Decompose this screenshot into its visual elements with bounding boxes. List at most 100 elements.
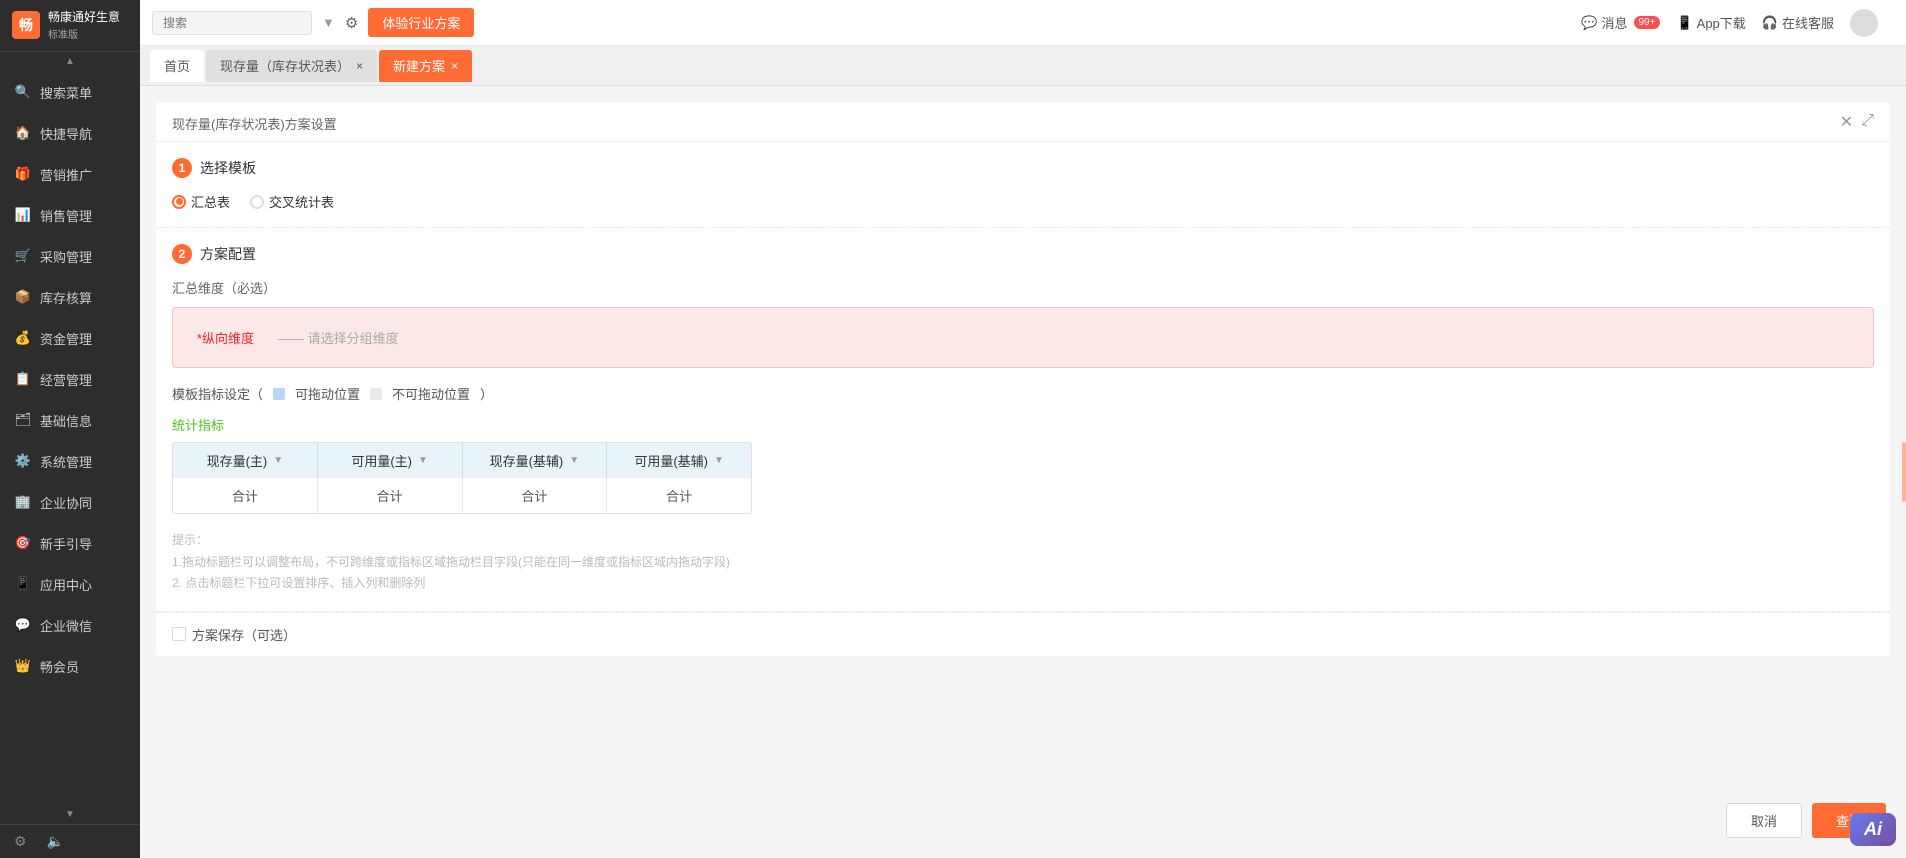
topbar-right: 💬 消息 99+ 📱 App下载 🎧 在线客服: [1581, 9, 1894, 37]
phone-icon: 📱: [14, 575, 32, 593]
sidebar-item-management[interactable]: 📋 经营管理: [0, 359, 140, 400]
save-checkbox[interactable]: [172, 627, 186, 641]
tab-inventory-status[interactable]: 现存量（库存状况表） ×: [206, 50, 377, 82]
sidebar-item-enterprise[interactable]: 🏢 企业协同: [0, 482, 140, 523]
sidebar-scroll-down[interactable]: ▼: [0, 804, 140, 824]
stats-col-available-main[interactable]: 可用量(主) ▼: [318, 443, 463, 478]
sidebar-item-purchase[interactable]: 🛒 采购管理: [0, 236, 140, 277]
dimension-placeholder[interactable]: —— 请选择分组维度: [278, 328, 399, 347]
sidebar-item-inventory[interactable]: 📦 库存核算: [0, 277, 140, 318]
settings-icon[interactable]: ⚙: [14, 833, 27, 850]
user-avatar[interactable]: [1850, 9, 1878, 37]
message-button[interactable]: 💬 消息 99+: [1581, 13, 1660, 32]
non-draggable-indicator: [370, 388, 382, 400]
stats-header-row: 现存量(主) ▼ 可用量(主) ▼ 现存量(基辅) ▼: [173, 443, 751, 478]
volume-icon[interactable]: 🔈: [47, 833, 64, 850]
col-dropdown-2[interactable]: ▼: [569, 455, 579, 466]
stats-col-current-main[interactable]: 现存量(主) ▼: [173, 443, 318, 478]
content-area: ✕ ⤢ 现存量(库存状况表)方案设置 1 选择模板 汇总表 交叉统: [140, 86, 1906, 858]
dimension-label: 汇总维度（必选）: [172, 278, 1874, 297]
draggable-indicator: [273, 388, 285, 400]
stats-cell-0-0: 合计: [173, 478, 318, 513]
sidebar-menu: 🔍 搜索菜单 🏠 快捷导航 🎁 营销推广 📊 销售管理 🛒 采购管理 📦 库存核…: [0, 72, 140, 804]
stats-label: 统计指标: [172, 415, 1874, 434]
stats-col-current-aux[interactable]: 现存量(基辅) ▼: [463, 443, 608, 478]
search-input[interactable]: [152, 11, 312, 35]
chat-icon: 💬: [14, 616, 32, 634]
main-area: ▼ ⚙ 体验行业方案 💬 消息 99+ 📱 App下载 🎧 在线客服 首页: [140, 0, 1906, 858]
page-title: 现存量(库存状况表)方案设置: [156, 102, 1890, 142]
sidebar-item-nav[interactable]: 🏠 快捷导航: [0, 113, 140, 154]
stats-col-available-aux[interactable]: 可用量(基辅) ▼: [607, 443, 751, 478]
tab-close-inventory[interactable]: ×: [356, 59, 363, 73]
target-icon: 🎯: [14, 534, 32, 552]
sidebar-item-system[interactable]: ⚙️ 系统管理: [0, 441, 140, 482]
logo-icon: 畅: [12, 11, 40, 39]
sidebar-scroll-up[interactable]: ▲: [0, 52, 140, 72]
expand-window-icon[interactable]: ⤢: [1861, 112, 1874, 132]
tip-2: 2. 点击标题栏下拉可设置排序、插入列和删除列: [172, 573, 1874, 595]
dimension-box: *纵向维度 —— 请选择分组维度: [172, 307, 1874, 368]
message-icon: 💬: [1581, 15, 1597, 31]
section1-title: 选择模板: [200, 158, 256, 178]
search-dropdown-icon[interactable]: ▼: [322, 15, 335, 30]
stats-cell-0-1: 合计: [318, 478, 463, 513]
radio-summary-dot: [172, 195, 186, 209]
window-controls: ✕ ⤢: [1840, 112, 1874, 132]
online-service-button[interactable]: 🎧 在线客服: [1762, 13, 1834, 32]
save-option: 方案保存（可选）: [156, 612, 1890, 656]
money-icon: 💰: [14, 329, 32, 347]
section1-number: 1: [172, 158, 192, 178]
topbar-gear-icon[interactable]: ⚙: [345, 14, 358, 32]
right-scroll-indicator: [1902, 442, 1906, 502]
headset-icon: 🎧: [1762, 15, 1778, 31]
col-dropdown-1[interactable]: ▼: [418, 455, 428, 466]
mobile-icon: 📱: [1676, 15, 1692, 31]
indicator-setting: 模板指标设定（ 可拖动位置 不可拖动位置 ）: [172, 384, 1874, 403]
save-label: 方案保存（可选）: [192, 625, 296, 644]
trial-button[interactable]: 体验行业方案: [368, 8, 474, 37]
cancel-button[interactable]: 取消: [1726, 803, 1802, 838]
tab-home[interactable]: 首页: [150, 50, 204, 82]
box-icon: 📦: [14, 288, 32, 306]
doc-icon: 📋: [14, 370, 32, 388]
close-window-icon[interactable]: ✕: [1840, 112, 1853, 132]
search-menu-icon: 🔍: [14, 83, 32, 101]
sidebar-item-member[interactable]: 👑 畅会员: [0, 646, 140, 687]
section1-header: 1 选择模板: [172, 158, 1874, 178]
home-icon: 🏠: [14, 124, 32, 142]
ai-badge[interactable]: Ai: [1850, 813, 1896, 846]
sidebar-item-marketing[interactable]: 🎁 营销推广: [0, 154, 140, 195]
template-radio-group: 汇总表 交叉统计表: [172, 192, 1874, 211]
sidebar-item-search[interactable]: 🔍 搜索菜单: [0, 72, 140, 113]
chart-icon: 📊: [14, 206, 32, 224]
tip-1: 1.拖动标题栏可以调整布局，不可跨维度或指标区域拖动栏目字段(只能在同一维度或指…: [172, 552, 1874, 574]
sidebar-item-finance[interactable]: 💰 资金管理: [0, 318, 140, 359]
radio-crosstab[interactable]: 交叉统计表: [250, 192, 334, 211]
sidebar-item-wechat[interactable]: 💬 企业微信: [0, 605, 140, 646]
cart-icon: 🛒: [14, 247, 32, 265]
radio-crosstab-dot: [250, 195, 264, 209]
sidebar-logo: 畅 畅康通好生意 标准版: [0, 0, 140, 52]
folder-icon: 🗂: [14, 411, 32, 429]
col-dropdown-0[interactable]: ▼: [273, 455, 283, 466]
sidebar-item-sales[interactable]: 📊 销售管理: [0, 195, 140, 236]
tab-close-new-plan[interactable]: ×: [451, 59, 458, 73]
section2-title: 方案配置: [200, 244, 256, 264]
app-download-button[interactable]: 📱 App下载: [1676, 13, 1745, 32]
logo-text: 畅康通好生意 标准版: [48, 10, 120, 41]
vertical-dimension-label: *纵向维度: [197, 328, 254, 347]
gift-icon: 🎁: [14, 165, 32, 183]
crown-icon: 👑: [14, 657, 32, 675]
sidebar-bottom: ⚙ 🔈: [0, 824, 140, 858]
sidebar-item-newguide[interactable]: 🎯 新手引导: [0, 523, 140, 564]
message-badge: 99+: [1634, 16, 1661, 29]
building-icon: 🏢: [14, 493, 32, 511]
col-dropdown-3[interactable]: ▼: [714, 455, 724, 466]
sidebar-item-appstore[interactable]: 📱 应用中心: [0, 564, 140, 605]
stats-section: 统计指标 现存量(主) ▼ 可用量(主) ▼: [172, 415, 1874, 514]
radio-summary[interactable]: 汇总表: [172, 192, 230, 211]
sidebar-item-basicinfo[interactable]: 🗂 基础信息: [0, 400, 140, 441]
tab-new-plan[interactable]: 新建方案 ×: [379, 50, 472, 82]
settings-panel: ✕ ⤢ 现存量(库存状况表)方案设置 1 选择模板 汇总表 交叉统: [156, 102, 1890, 656]
